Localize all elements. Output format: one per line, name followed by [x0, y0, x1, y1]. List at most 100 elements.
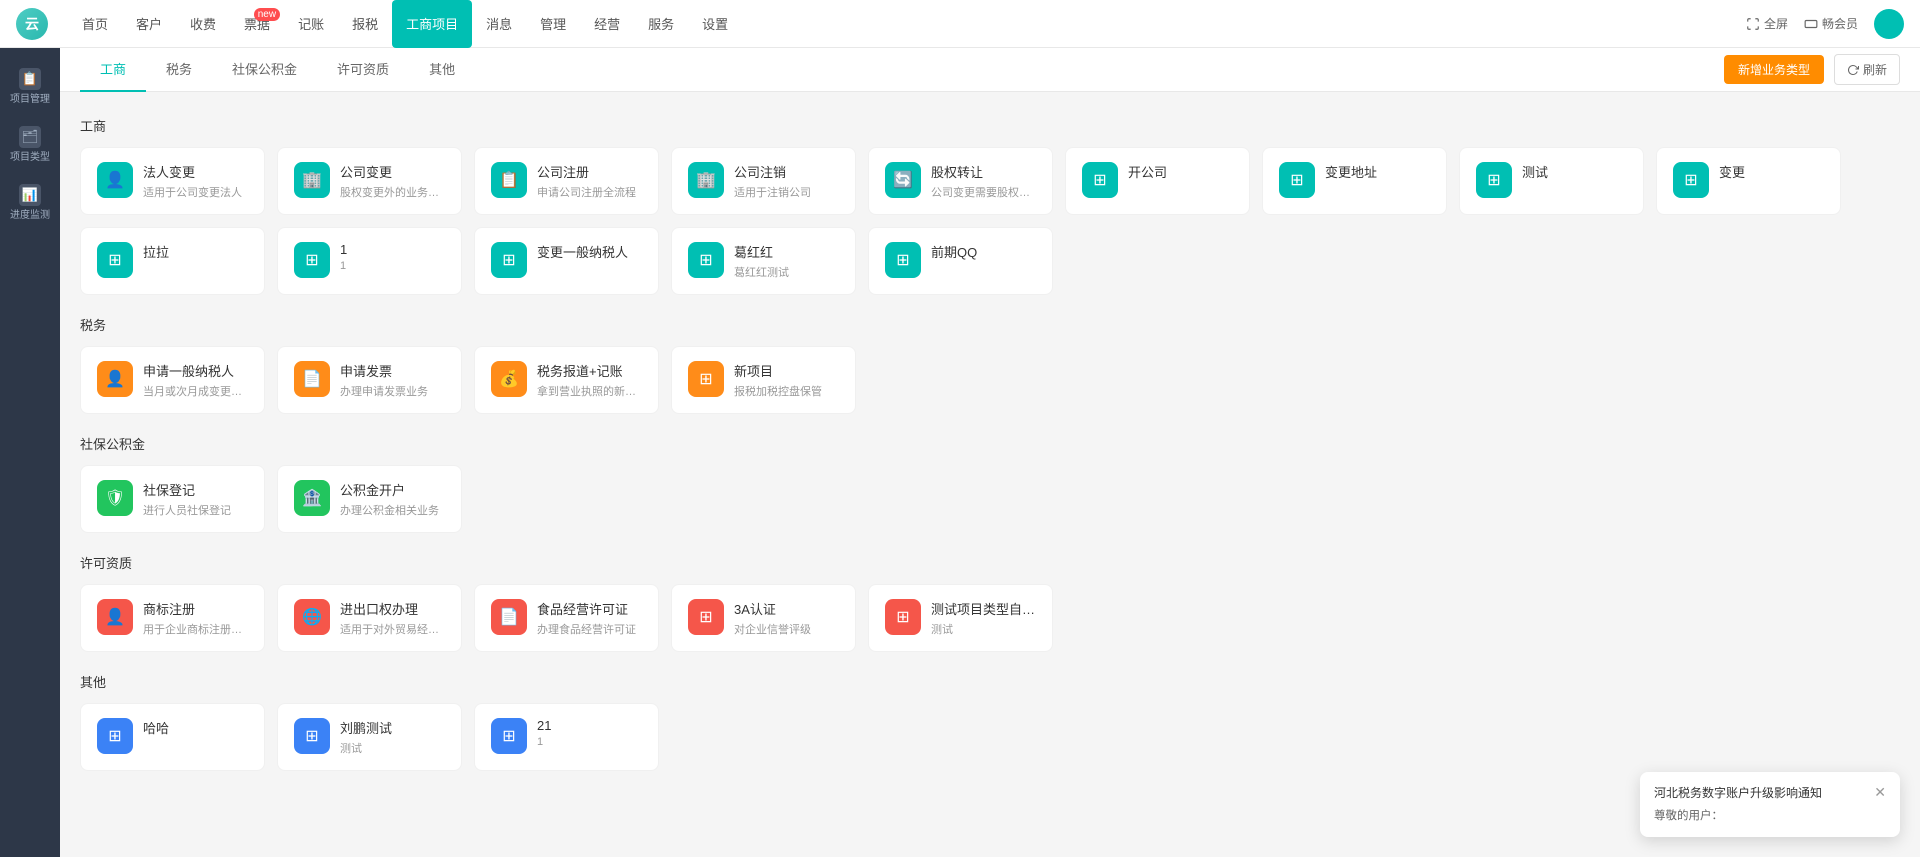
user-avatar[interactable] [1874, 9, 1904, 39]
card-apply-invoice[interactable]: 📄申请发票办理申请发票业务 [277, 346, 462, 414]
card-name-apply-invoice: 申请发票 [340, 361, 445, 380]
card-name-haha: 哈哈 [143, 718, 248, 737]
card-desc-company-change: 股权变更外的业务变更 [340, 184, 445, 200]
card-grid-shebao: 🛡社保登记进行人员社保登记🏦公积金开户办理公积金相关业务 [80, 465, 1900, 533]
card-desc-mohonghong: 葛红红测试 [734, 264, 839, 280]
card-name-mohonghong: 葛红红 [734, 242, 839, 261]
nav-item-settings[interactable]: 设置 [688, 0, 742, 48]
nav-item-message[interactable]: 消息 [472, 0, 526, 48]
card-company-change[interactable]: 🏢公司变更股权变更外的业务变更 [277, 147, 462, 215]
nav-items: 首页客户收费票据new记账报税工商项目消息管理经营服务设置 [68, 0, 1746, 48]
card-change-address[interactable]: ⊞变更地址 [1262, 147, 1447, 215]
card-info-tax-report: 税务报道+记账拿到营业执照的新公司 [537, 361, 642, 399]
nav-item-client[interactable]: 客户 [122, 0, 176, 48]
card-company-cancel[interactable]: 🏢公司注销适用于注销公司 [671, 147, 856, 215]
project-type-label: 项目类型 [10, 152, 50, 164]
card-info-social-reg: 社保登记进行人员社保登记 [143, 480, 248, 518]
progress-icon: 📊 [19, 184, 41, 206]
nav-item-tax[interactable]: 报税 [338, 0, 392, 48]
card-info-food-license: 食品经营许可证办理食品经营许可证 [537, 599, 642, 637]
nav-item-billing[interactable]: 收费 [176, 0, 230, 48]
card-grid-shuiwu: 👤申请一般纳税人当月或次月成变更完成📄申请发票办理申请发票业务💰税务报道+记账拿… [80, 346, 1900, 414]
sidebar-item-progress[interactable]: 📊进度监测 [0, 174, 60, 232]
nav-item-home[interactable]: 首页 [68, 0, 122, 48]
card-trademark[interactable]: 👤 商标注册用于企业商标注册服务 [80, 584, 265, 652]
refresh-button[interactable]: 刷新 [1834, 54, 1900, 85]
card-desc-equity-transfer: 公司变更需要股权转让 [931, 184, 1036, 200]
card-lala[interactable]: ⊞拉拉 [80, 227, 265, 295]
card-new-project[interactable]: ⊞新项目报税加税控盘保管 [671, 346, 856, 414]
card-grid-qita: ⊞哈哈⊞刘鹏测试测试⊞211 [80, 703, 1900, 771]
card-haha[interactable]: ⊞哈哈 [80, 703, 265, 771]
refresh-label: 刷新 [1863, 61, 1887, 78]
tab-xuke[interactable]: 许可资质 [317, 48, 409, 92]
card-icon-change-taxpayer: ⊞ [491, 242, 527, 278]
card-3a-cert[interactable]: ⊞3A认证对企业信誉评级 [671, 584, 856, 652]
card-name-change: 变更 [1719, 162, 1824, 181]
card-test-type[interactable]: ⊞ 测试项目类型自定义测试 [868, 584, 1053, 652]
card-name-legal-change: 法人变更 [143, 162, 248, 181]
card-info-provident-fund: 公积金开户办理公积金相关业务 [340, 480, 445, 518]
nav-item-operation[interactable]: 经营 [580, 0, 634, 48]
card-name-trademark: 商标注册 [143, 599, 248, 618]
card-icon-equity-transfer: 🔄 [885, 162, 921, 198]
fullscreen-label: 全屏 [1764, 15, 1788, 32]
card-company-reg[interactable]: 📋公司注册申请公司注册全流程 [474, 147, 659, 215]
card-social-reg[interactable]: 🛡社保登记进行人员社保登记 [80, 465, 265, 533]
card-desc-trademark: 用于企业商标注册服务 [143, 621, 248, 637]
card-info-change-taxpayer: 变更一般纳税人 [537, 242, 642, 264]
card-icon-new-project: ⊞ [688, 361, 724, 397]
card-icon-food-license: 📄 [491, 599, 527, 635]
card-twenty-one[interactable]: ⊞211 [474, 703, 659, 771]
notification-header: 河北税务数字账户升级影响通知 ✕ [1654, 784, 1886, 801]
card-name-one: 1 [340, 242, 445, 257]
card-legal-change[interactable]: 👤法人变更适用于公司变更法人 [80, 147, 265, 215]
card-mohonghong[interactable]: ⊞葛红红葛红红测试 [671, 227, 856, 295]
nav-item-mgmt[interactable]: 管理 [526, 0, 580, 48]
nav-item-service[interactable]: 服务 [634, 0, 688, 48]
card-liupeng-test[interactable]: ⊞刘鹏测试测试 [277, 703, 462, 771]
card-icon-test-type: ⊞ [885, 599, 921, 635]
card-icon-apply-taxpayer: 👤 [97, 361, 133, 397]
card-name-test-type: 测试项目类型自定义 [931, 599, 1036, 618]
card-icon-trademark: 👤 [97, 599, 133, 635]
notification-close[interactable]: ✕ [1874, 784, 1886, 801]
card-name-change-taxpayer: 变更一般纳税人 [537, 242, 642, 261]
tab-shuiwu[interactable]: 税务 [146, 48, 212, 92]
add-type-button[interactable]: 新增业务类型 [1724, 55, 1824, 84]
tab-shebao[interactable]: 社保公积金 [212, 48, 317, 92]
card-change-taxpayer[interactable]: ⊞ 变更一般纳税人 [474, 227, 659, 295]
card-desc-test-type: 测试 [931, 621, 1036, 637]
nav-item-accounting[interactable]: 记账 [284, 0, 338, 48]
tab-gongshang[interactable]: 工商 [80, 48, 146, 92]
card-tax-report[interactable]: 💰税务报道+记账拿到营业执照的新公司 [474, 346, 659, 414]
card-name-food-license: 食品经营许可证 [537, 599, 642, 618]
card-info-test-type: 测试项目类型自定义测试 [931, 599, 1036, 637]
card-equity-transfer[interactable]: 🔄股权转让公司变更需要股权转让 [868, 147, 1053, 215]
nav-item-biz[interactable]: 工商项目 [392, 0, 472, 48]
sidebar-item-project-type[interactable]: 🗂项目类型 [0, 116, 60, 174]
card-test[interactable]: ⊞测试 [1459, 147, 1644, 215]
app-logo: 云 [16, 8, 48, 40]
card-change[interactable]: ⊞变更 [1656, 147, 1841, 215]
card-name-company-reg: 公司注册 [537, 162, 642, 181]
card-desc-new-project: 报税加税控盘保管 [734, 383, 839, 399]
card-one[interactable]: ⊞11 [277, 227, 462, 295]
card-info-liupeng-test: 刘鹏测试测试 [340, 718, 445, 756]
card-name-apply-taxpayer: 申请一般纳税人 [143, 361, 248, 380]
card-prev-qq[interactable]: ⊞前期QQ [868, 227, 1053, 295]
notification-title: 河北税务数字账户升级影响通知 [1654, 784, 1822, 801]
tab-qita[interactable]: 其他 [409, 48, 475, 92]
card-provident-fund[interactable]: 🏦公积金开户办理公积金相关业务 [277, 465, 462, 533]
card-desc-provident-fund: 办理公积金相关业务 [340, 502, 445, 518]
member-btn[interactable]: 畅会员 [1804, 15, 1858, 32]
card-icon-company-change: 🏢 [294, 162, 330, 198]
card-food-license[interactable]: 📄 食品经营许可证办理食品经营许可证 [474, 584, 659, 652]
card-open-company[interactable]: ⊞开公司 [1065, 147, 1250, 215]
card-info-prev-qq: 前期QQ [931, 242, 1036, 264]
fullscreen-btn[interactable]: 全屏 [1746, 15, 1788, 32]
nav-item-tickets[interactable]: 票据new [230, 0, 284, 48]
card-import-export[interactable]: 🌐进出口权办理适用于对外贸易经营者 [277, 584, 462, 652]
sidebar-item-project-mgmt[interactable]: 📋项目管理 [0, 58, 60, 116]
card-apply-taxpayer[interactable]: 👤申请一般纳税人当月或次月成变更完成 [80, 346, 265, 414]
